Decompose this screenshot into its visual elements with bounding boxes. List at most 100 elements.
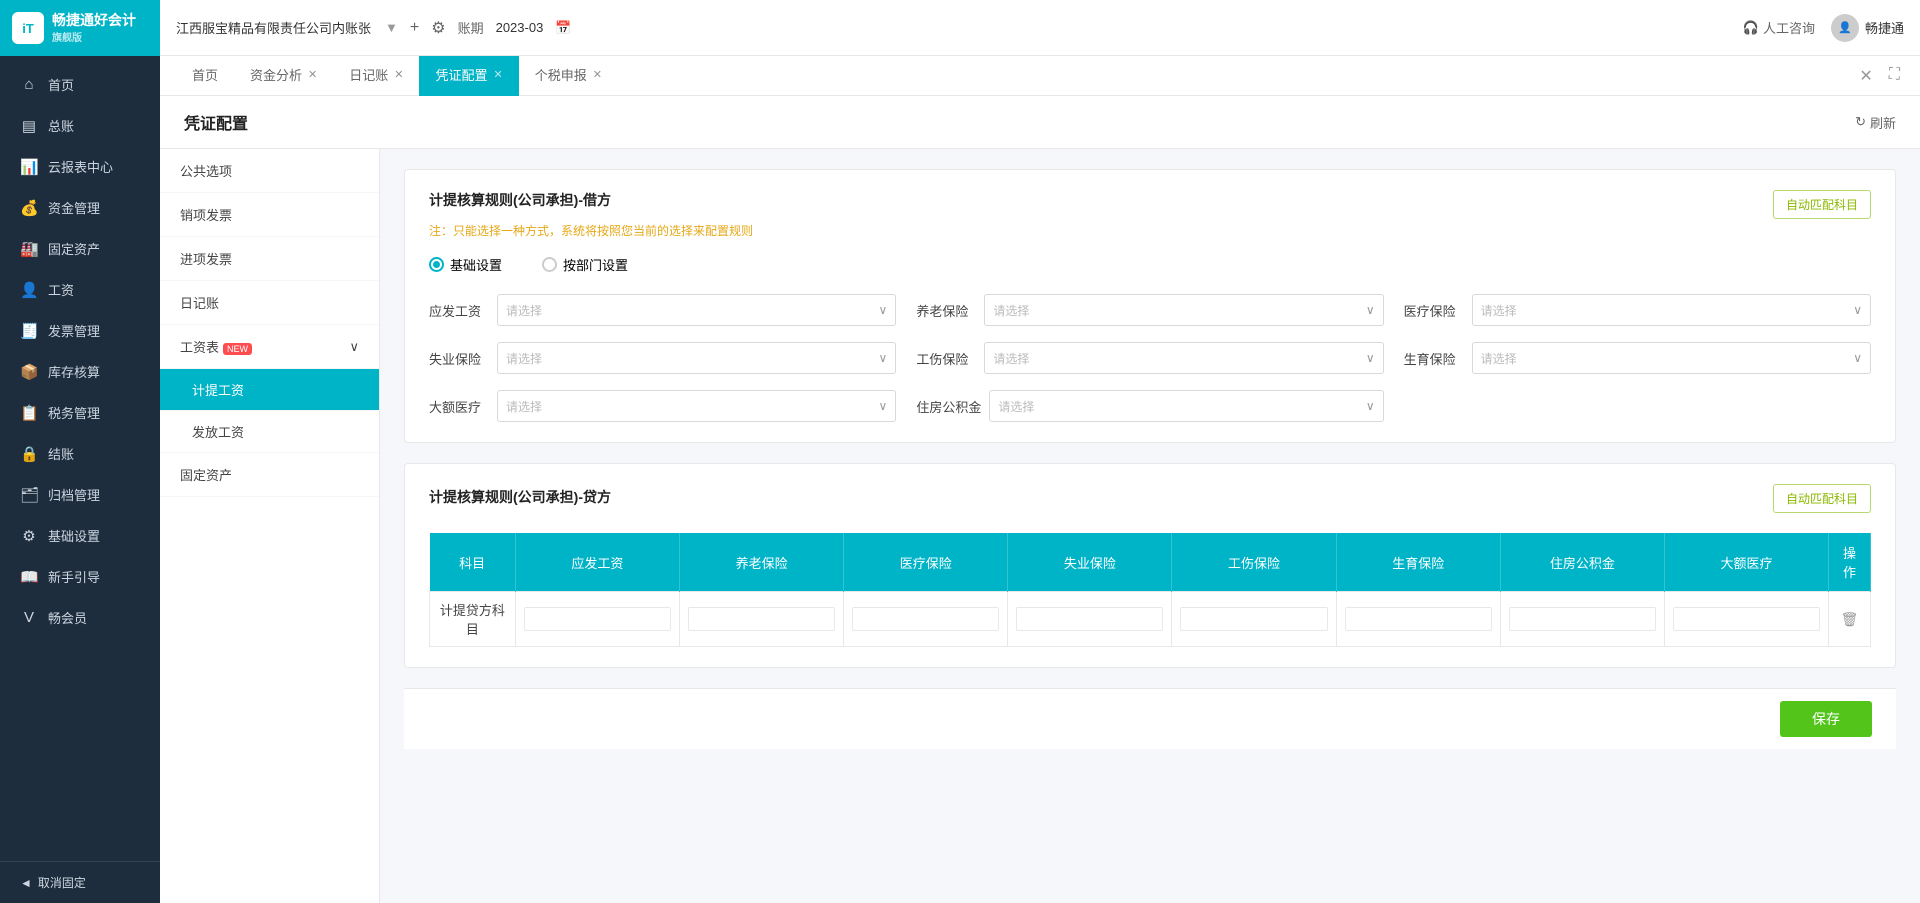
sidebar-item-closing[interactable]: 🔒 结账 [0, 433, 160, 474]
radio-dept-circle [542, 257, 557, 272]
big-medical-arrow-icon: ∨ [879, 399, 888, 413]
sidebar-item-invoice[interactable]: 🧾 发票管理 [0, 310, 160, 351]
sidebar-item-label: 云报表中心 [48, 157, 113, 176]
td-medical-input[interactable] [844, 592, 1008, 647]
tab-tax-close[interactable]: ✕ [593, 68, 602, 81]
left-menu-pay-payroll[interactable]: 发放工资 [160, 411, 379, 453]
sidebar-item-label: 税务管理 [48, 403, 100, 422]
left-menu-payroll-label: 工资表NEW [180, 337, 252, 356]
pension-placeholder: 请选择 [993, 302, 1029, 319]
big-medical-input[interactable] [1673, 607, 1820, 631]
sidebar-item-ledger[interactable]: ▤ 总账 [0, 105, 160, 146]
tab-voucher-close[interactable]: ✕ [494, 68, 503, 81]
td-maternity-input[interactable] [1336, 592, 1500, 647]
sidebar-item-settings[interactable]: ⚙ 基础设置 [0, 515, 160, 556]
user-menu[interactable]: 👤 畅捷通 [1831, 14, 1904, 42]
salary-label: 应发工资 [429, 301, 489, 320]
td-big-medical-input[interactable] [1664, 592, 1828, 647]
big-medical-select[interactable]: 请选择 ∨ [497, 390, 896, 422]
housing-placeholder: 请选择 [998, 398, 1034, 415]
housing-select[interactable]: 请选择 ∨ [989, 390, 1383, 422]
tab-home[interactable]: 首页 [176, 56, 234, 96]
debit-auto-match-button[interactable]: 自动匹配科目 [1773, 190, 1871, 219]
tab-voucher[interactable]: 凭证配置 ✕ [419, 56, 518, 96]
left-menu-purchase[interactable]: 进项发票 [160, 237, 379, 281]
left-menu-fixed-assets[interactable]: 固定资产 [160, 453, 379, 497]
salary-select[interactable]: 请选择 ∨ [497, 294, 896, 326]
unemployment-input[interactable] [1016, 607, 1163, 631]
left-menu-diary[interactable]: 日记账 [160, 281, 379, 325]
td-injury-input[interactable] [1172, 592, 1336, 647]
sidebar-item-vip[interactable]: V 畅会员 [0, 597, 160, 638]
logo-icon: iT [12, 12, 44, 44]
big-medical-placeholder: 请选择 [506, 398, 542, 415]
radio-basic[interactable]: 基础设置 [429, 255, 502, 274]
tabs-actions: ✕ ⛶ [1855, 62, 1904, 90]
maternity-input[interactable] [1345, 607, 1492, 631]
injury-input[interactable] [1180, 607, 1327, 631]
tab-diary-close[interactable]: ✕ [394, 68, 403, 81]
calendar-icon[interactable]: 📅 [555, 20, 571, 36]
maternity-select[interactable]: 请选择 ∨ [1472, 342, 1871, 374]
refresh-button[interactable]: ↻ 刷新 [1855, 113, 1896, 132]
sidebar-item-inventory[interactable]: 📦 库存核算 [0, 351, 160, 392]
maximize-button[interactable]: ⛶ [1885, 62, 1904, 90]
pension-input[interactable] [688, 607, 835, 631]
medical-placeholder: 请选择 [1481, 302, 1517, 319]
sidebar-item-label: 畅会员 [48, 608, 87, 627]
headset-icon: 🎧 [1743, 20, 1759, 36]
tab-diary[interactable]: 日记账 ✕ [333, 56, 419, 96]
delete-row-icon[interactable]: 🗑 [1841, 611, 1859, 627]
radio-dept[interactable]: 按部门设置 [542, 255, 628, 274]
housing-input[interactable] [1509, 607, 1656, 631]
radio-basic-circle [429, 257, 444, 272]
page-header: 凭证配置 ↻ 刷新 [160, 96, 1920, 149]
td-pension-input[interactable] [680, 592, 844, 647]
salary-input[interactable] [524, 607, 671, 631]
sidebar-item-fund[interactable]: 💰 资金管理 [0, 187, 160, 228]
add-company-button[interactable]: + [410, 19, 419, 37]
medical-select[interactable]: 请选择 ∨ [1472, 294, 1871, 326]
td-housing-input[interactable] [1500, 592, 1664, 647]
left-menu-payroll-group[interactable]: 工资表NEW ∨ [160, 325, 379, 369]
sidebar-item-fixed[interactable]: 🏭 固定资产 [0, 228, 160, 269]
td-salary-input[interactable] [515, 592, 679, 647]
tax-icon: 📋 [20, 404, 38, 422]
invoice-icon: 🧾 [20, 322, 38, 340]
save-button[interactable]: 保存 [1780, 701, 1872, 737]
tab-tax[interactable]: 个税申报 ✕ [519, 56, 618, 96]
left-menu-sales[interactable]: 销项发票 [160, 193, 379, 237]
pension-select[interactable]: 请选择 ∨ [984, 294, 1383, 326]
sidebar-item-payroll[interactable]: 👤 工资 [0, 269, 160, 310]
injury-select[interactable]: 请选择 ∨ [984, 342, 1383, 374]
sidebar-item-guide[interactable]: 📖 新手引导 [0, 556, 160, 597]
tab-fund-close[interactable]: ✕ [308, 68, 317, 81]
service-button[interactable]: 🎧 人工咨询 [1743, 18, 1815, 37]
th-unemployment: 失业保险 [1008, 533, 1172, 592]
sidebar-item-label: 库存核算 [48, 362, 100, 381]
tab-fund[interactable]: 资金分析 ✕ [234, 56, 333, 96]
unemployment-select[interactable]: 请选择 ∨ [497, 342, 896, 374]
medical-input[interactable] [852, 607, 999, 631]
credit-auto-match-button[interactable]: 自动匹配科目 [1773, 484, 1871, 513]
settings-icon[interactable]: ⚙ [431, 18, 445, 38]
unpin-button[interactable]: ◄ 取消固定 [0, 861, 160, 903]
sidebar-item-archive[interactable]: 🗂 归档管理 [0, 474, 160, 515]
app-logo: iT 畅捷通好会计 旗舰版 [0, 0, 160, 56]
page-content: 凭证配置 ↻ 刷新 公共选项 销项发票 进项发票 日记账 工资表NEW ∨ 计提… [160, 96, 1920, 903]
td-delete[interactable]: 🗑 [1829, 592, 1871, 647]
home-icon: ⌂ [20, 76, 38, 93]
left-menu-calc-payroll[interactable]: 计提工资 [160, 369, 379, 411]
sidebar-item-home[interactable]: ⌂ 首页 [0, 64, 160, 105]
th-medical: 医疗保险 [844, 533, 1008, 592]
left-menu-public[interactable]: 公共选项 [160, 149, 379, 193]
save-bar: 保存 [404, 688, 1896, 749]
field-salary: 应发工资 请选择 ∨ [429, 294, 896, 326]
td-unemployment-input[interactable] [1008, 592, 1172, 647]
close-tab-button[interactable]: ✕ [1855, 62, 1876, 90]
sidebar-item-reports[interactable]: 📊 云报表中心 [0, 146, 160, 187]
sidebar-item-tax[interactable]: 📋 税务管理 [0, 392, 160, 433]
inventory-icon: 📦 [20, 363, 38, 381]
company-dropdown-icon[interactable]: ▼ [385, 20, 398, 35]
th-pension: 养老保险 [680, 533, 844, 592]
